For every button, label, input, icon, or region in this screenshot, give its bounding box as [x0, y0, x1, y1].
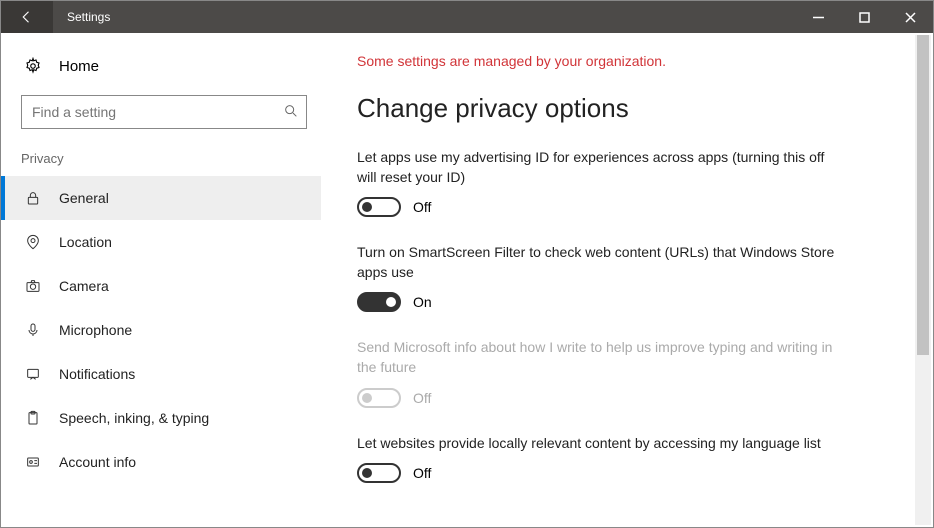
sidebar-item-label: General — [59, 190, 109, 206]
minimize-button[interactable] — [795, 1, 841, 33]
close-button[interactable] — [887, 1, 933, 33]
sidebar-item-label: Location — [59, 234, 112, 250]
sidebar-item-location[interactable]: Location — [1, 220, 321, 264]
category-label: Privacy — [21, 151, 321, 166]
sidebar-item-account[interactable]: Account info — [1, 440, 321, 484]
page-heading: Change privacy options — [357, 93, 905, 124]
sidebar-item-label: Account info — [59, 454, 136, 470]
toggle-language-list[interactable] — [357, 463, 401, 483]
option-label: Turn on SmartScreen Filter to check web … — [357, 243, 837, 282]
search-input[interactable] — [21, 95, 307, 129]
option-smartscreen: Turn on SmartScreen Filter to check web … — [357, 243, 905, 312]
scrollbar[interactable] — [915, 35, 931, 525]
scrollbar-thumb[interactable] — [917, 35, 929, 355]
option-label: Let websites provide locally relevant co… — [357, 434, 837, 454]
maximize-button[interactable] — [841, 1, 887, 33]
sidebar: Home Privacy General Location Camera Mic… — [1, 33, 321, 527]
option-language-list: Let websites provide locally relevant co… — [357, 434, 905, 484]
toggle-state: On — [413, 294, 432, 310]
home-link[interactable]: Home — [1, 51, 321, 87]
sidebar-item-label: Camera — [59, 278, 109, 294]
option-label: Send Microsoft info about how I write to… — [357, 338, 837, 377]
sidebar-item-speech[interactable]: Speech, inking, & typing — [1, 396, 321, 440]
option-label: Let apps use my advertising ID for exper… — [357, 148, 837, 187]
location-icon — [23, 234, 43, 250]
sidebar-item-label: Notifications — [59, 366, 135, 382]
toggle-state: Off — [413, 465, 431, 481]
titlebar: Settings — [1, 1, 933, 33]
sidebar-item-microphone[interactable]: Microphone — [1, 308, 321, 352]
toggle-state: Off — [413, 199, 431, 215]
sidebar-item-label: Microphone — [59, 322, 132, 338]
close-icon — [905, 12, 916, 23]
org-managed-message: Some settings are managed by your organi… — [357, 53, 905, 69]
notifications-icon — [23, 366, 43, 382]
minimize-icon — [813, 12, 824, 23]
sidebar-item-notifications[interactable]: Notifications — [1, 352, 321, 396]
toggle-advertising-id[interactable] — [357, 197, 401, 217]
lock-icon — [23, 190, 43, 206]
gear-icon — [23, 57, 43, 75]
sidebar-item-camera[interactable]: Camera — [1, 264, 321, 308]
window-title: Settings — [67, 10, 110, 24]
camera-icon — [23, 278, 43, 294]
home-label: Home — [59, 58, 99, 75]
search-icon — [283, 103, 299, 124]
arrow-left-icon — [18, 8, 36, 26]
toggle-smartscreen[interactable] — [357, 292, 401, 312]
sidebar-item-general[interactable]: General — [1, 176, 321, 220]
back-button[interactable] — [1, 1, 53, 33]
maximize-icon — [859, 12, 870, 23]
main-panel: Some settings are managed by your organi… — [321, 33, 933, 527]
toggle-state: Off — [413, 390, 431, 406]
toggle-typing-info — [357, 388, 401, 408]
sidebar-item-label: Speech, inking, & typing — [59, 410, 209, 426]
option-advertising-id: Let apps use my advertising ID for exper… — [357, 148, 905, 217]
clipboard-icon — [23, 410, 43, 426]
account-icon — [23, 454, 43, 470]
option-typing-info: Send Microsoft info about how I write to… — [357, 338, 905, 407]
microphone-icon — [23, 322, 43, 338]
